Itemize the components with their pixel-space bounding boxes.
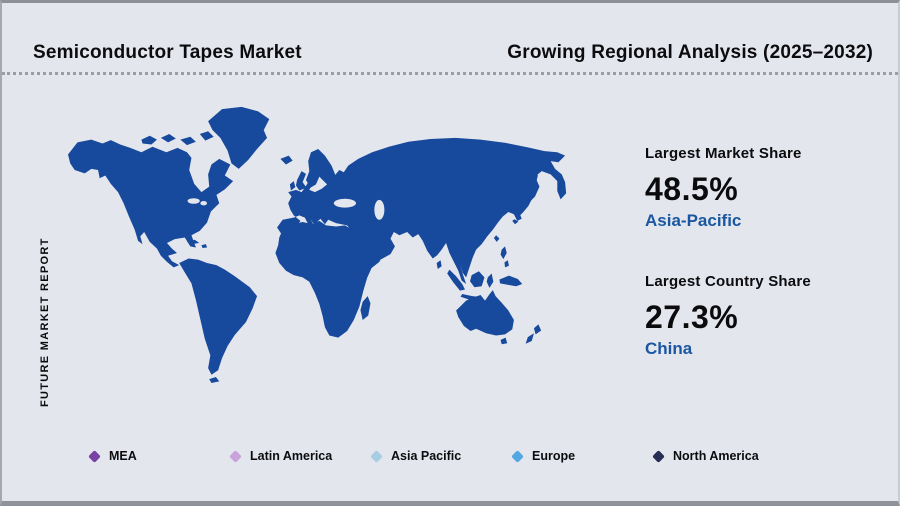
brand-vertical-text: FUTURE MARKET REPORT — [39, 237, 51, 407]
world-map-svg — [68, 106, 567, 384]
legend-item-north-america: North America — [652, 449, 795, 463]
world-map — [58, 87, 614, 419]
legend-dot-icon — [370, 449, 383, 463]
legend-dot-icon — [652, 449, 665, 463]
stat-largest-market-share: Largest Market Share 48.5% Asia-Pacific — [645, 145, 885, 231]
legend-label: Latin America — [250, 449, 333, 463]
stat-label: Largest Market Share — [645, 145, 802, 162]
stat-value: 27.3% — [645, 299, 739, 335]
world-landmass — [68, 106, 567, 384]
legend-label: Europe — [532, 449, 576, 463]
subtitle-regional-analysis: Growing Regional Analysis (2025–2032) — [507, 42, 873, 63]
stat-value: 48.5% — [645, 171, 739, 207]
legend-dot-icon — [511, 449, 524, 463]
legend-item-latin-america: Latin America — [229, 449, 372, 463]
legend-dot-icon — [88, 449, 101, 463]
legend-item-asia-pacific: Asia Pacific — [370, 449, 513, 463]
stat-region: China — [645, 339, 693, 358]
legend-dot-icon — [229, 449, 242, 463]
infographic-root: Semiconductor Tapes Market Growing Regio… — [0, 0, 900, 506]
legend-label: Asia Pacific — [391, 449, 462, 463]
stat-region: Asia-Pacific — [645, 211, 742, 230]
legend-label: North America — [673, 449, 759, 463]
legend-item-europe: Europe — [511, 449, 654, 463]
legend-item-mea: MEA — [88, 449, 231, 463]
stat-label: Largest Country Share — [645, 273, 811, 290]
header: Semiconductor Tapes Market Growing Regio… — [2, 3, 898, 75]
stats-panel: Largest Market Share 48.5% Asia-Pacific … — [645, 145, 885, 401]
stat-largest-country-share: Largest Country Share 27.3% China — [645, 273, 885, 359]
page-title: Semiconductor Tapes Market — [33, 42, 302, 63]
legend-label: MEA — [109, 449, 137, 463]
legend: MEA Latin America Asia Pacific Europe No… — [88, 449, 795, 463]
